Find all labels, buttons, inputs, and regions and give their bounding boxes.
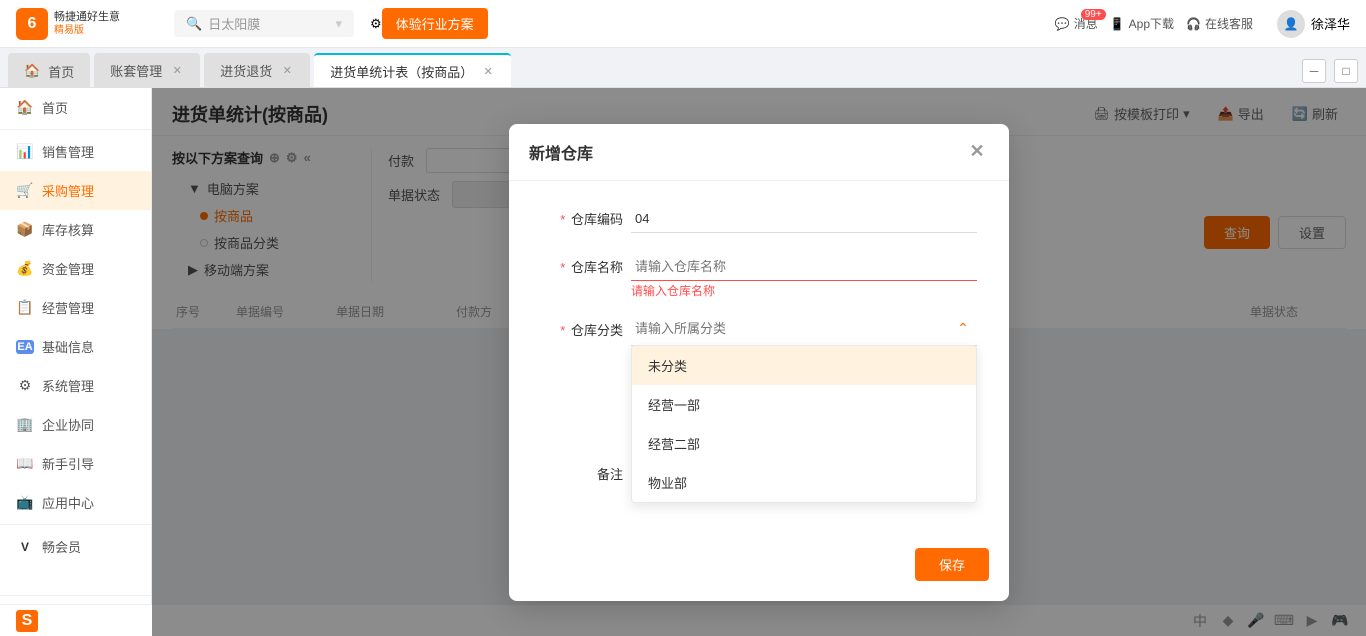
topbar-search[interactable]: 🔍 日太阳膜 ▾ bbox=[174, 10, 354, 37]
topbar: 6 畅捷通好生意 精易版 🔍 日太阳膜 ▾ ⚙ 体验行业方案 💬 消息 99+ … bbox=[0, 0, 1366, 48]
search-icon: 🔍 bbox=[186, 16, 202, 32]
sidebar-item-guide[interactable]: 📖 新手引导 bbox=[0, 444, 151, 483]
message-item[interactable]: 💬 消息 99+ bbox=[1055, 15, 1098, 32]
phone-icon: 📱 bbox=[1110, 17, 1125, 31]
tab-purchase-return[interactable]: 进货退货 ✕ bbox=[204, 53, 310, 87]
sidebar: 🏠 首页 📊 销售管理 🛒 采购管理 📦 库存核算 💰 资金管理 📋 经营管理 … bbox=[0, 88, 152, 636]
dropdown-arrow-icon: ▾ bbox=[335, 16, 342, 32]
home-icon: 🏠 bbox=[24, 63, 40, 79]
topbar-actions: 💬 消息 99+ 📱 App下载 🎧 在线客服 👤 徐泽华 bbox=[1055, 10, 1350, 38]
sidebar-item-inventory[interactable]: 📦 库存核算 bbox=[0, 210, 151, 249]
app-download-item[interactable]: 📱 App下载 bbox=[1110, 15, 1174, 32]
category-dropdown: 未分类 经营一部 经营二部 物业部 bbox=[631, 345, 977, 503]
category-label: * 仓库分类 bbox=[541, 320, 631, 339]
modal-footer: 保存 bbox=[509, 536, 1009, 601]
enterprise-icon: 🏢 bbox=[16, 416, 34, 434]
headset-icon: 🎧 bbox=[1186, 17, 1201, 31]
tab-close-stats[interactable]: ✕ bbox=[481, 64, 495, 78]
main-layout: 🏠 首页 📊 销售管理 🛒 采购管理 📦 库存核算 💰 资金管理 📋 经营管理 … bbox=[0, 88, 1366, 636]
dropdown-item-uncategorized[interactable]: 未分类 bbox=[632, 346, 976, 385]
sidebar-item-app-center[interactable]: 📺 应用中心 bbox=[0, 483, 151, 522]
name-label: * 仓库名称 bbox=[541, 257, 631, 276]
logo-area: 6 畅捷通好生意 精易版 bbox=[16, 8, 166, 40]
sidebar-item-system[interactable]: ⚙ 系统管理 bbox=[0, 366, 151, 405]
operations-icon: 📋 bbox=[16, 299, 34, 317]
code-label: * 仓库编码 bbox=[541, 209, 631, 228]
basic-info-icon: EA bbox=[16, 340, 34, 354]
inventory-icon: 📦 bbox=[16, 221, 34, 239]
modal-header: 新增仓库 ✕ bbox=[509, 124, 1009, 181]
minimize-button[interactable]: ─ bbox=[1302, 59, 1326, 83]
tabbar-right: ─ □ bbox=[1302, 59, 1358, 87]
tab-purchase-stats[interactable]: 进货单统计表（按商品） ✕ bbox=[314, 53, 511, 87]
app-center-icon: 📺 bbox=[16, 494, 34, 512]
sidebar-item-operations[interactable]: 📋 经营管理 bbox=[0, 288, 151, 327]
tabbar: 🏠 首页 账套管理 ✕ 进货退货 ✕ 进货单统计表（按商品） ✕ ─ □ bbox=[0, 48, 1366, 88]
gear-icon[interactable]: ⚙ bbox=[370, 16, 382, 32]
s-brand-icon: S bbox=[16, 610, 38, 632]
remark-label: 备注 bbox=[541, 464, 631, 483]
category-input[interactable] bbox=[635, 321, 953, 336]
modal-close-button[interactable]: ✕ bbox=[965, 140, 989, 164]
sidebar-item-enterprise[interactable]: 🏢 企业协同 bbox=[0, 405, 151, 444]
form-row-code: * 仓库编码 bbox=[541, 205, 977, 233]
user-area[interactable]: 👤 徐泽华 bbox=[1277, 10, 1350, 38]
logo-icon: 6 bbox=[16, 8, 48, 40]
chevron-up-icon: ⌃ bbox=[953, 319, 973, 339]
guide-icon: 📖 bbox=[16, 455, 34, 473]
category-select[interactable]: ⌃ 未分类 经营一部 经营二部 物业部 bbox=[631, 313, 977, 346]
content-area: 进货单统计(按商品) 🖨 按模板打印 ▾ 📤 导出 🔄 刷新 bbox=[152, 88, 1366, 636]
sidebar-item-vip[interactable]: V 畅会员 bbox=[0, 527, 151, 566]
experience-button[interactable]: 体验行业方案 bbox=[382, 8, 488, 39]
modal-add-warehouse: 新增仓库 ✕ * 仓库编码 * bbox=[509, 124, 1009, 601]
vip-icon: V bbox=[16, 538, 34, 556]
save-button[interactable]: 保存 bbox=[915, 548, 989, 581]
form-row-category: * 仓库分类 ⌃ 未分类 经营一部 经营二部 物业部 bbox=[541, 313, 977, 346]
logo-text: 畅捷通好生意 精易版 bbox=[54, 10, 120, 37]
system-icon: ⚙ bbox=[16, 377, 34, 395]
sidebar-item-home[interactable]: 🏠 首页 bbox=[0, 88, 151, 127]
sidebar-item-purchase[interactable]: 🛒 采购管理 bbox=[0, 171, 151, 210]
tab-close-return[interactable]: ✕ bbox=[280, 63, 294, 77]
name-input[interactable] bbox=[631, 253, 977, 281]
home-icon: 🏠 bbox=[16, 99, 34, 117]
form-row-name: * 仓库名称 请输入仓库名称 bbox=[541, 253, 977, 281]
purchase-icon: 🛒 bbox=[16, 182, 34, 200]
message-icon: 💬 bbox=[1055, 17, 1070, 31]
sidebar-item-sales[interactable]: 📊 销售管理 bbox=[0, 132, 151, 171]
modal-body: * 仓库编码 * 仓库名称 请输入仓库名称 bbox=[509, 181, 1009, 536]
code-input[interactable] bbox=[631, 205, 977, 233]
modal-title: 新增仓库 bbox=[529, 140, 593, 164]
modal-overlay: 新增仓库 ✕ * 仓库编码 * bbox=[152, 88, 1366, 636]
finance-icon: 💰 bbox=[16, 260, 34, 278]
name-error-msg: 请输入仓库名称 bbox=[631, 282, 715, 299]
dropdown-item-dept2[interactable]: 经营二部 bbox=[632, 424, 976, 463]
sidebar-item-basic-info[interactable]: EA 基础信息 bbox=[0, 327, 151, 366]
tab-home[interactable]: 🏠 首页 bbox=[8, 53, 90, 87]
tab-close-account[interactable]: ✕ bbox=[170, 63, 184, 77]
service-item[interactable]: 🎧 在线客服 bbox=[1186, 15, 1253, 32]
sales-icon: 📊 bbox=[16, 143, 34, 161]
dropdown-item-dept1[interactable]: 经营一部 bbox=[632, 385, 976, 424]
sidebar-item-finance[interactable]: 💰 资金管理 bbox=[0, 249, 151, 288]
dropdown-item-dept3[interactable]: 物业部 bbox=[632, 463, 976, 502]
tab-account[interactable]: 账套管理 ✕ bbox=[94, 53, 200, 87]
maximize-button[interactable]: □ bbox=[1334, 59, 1358, 83]
avatar: 👤 bbox=[1277, 10, 1305, 38]
